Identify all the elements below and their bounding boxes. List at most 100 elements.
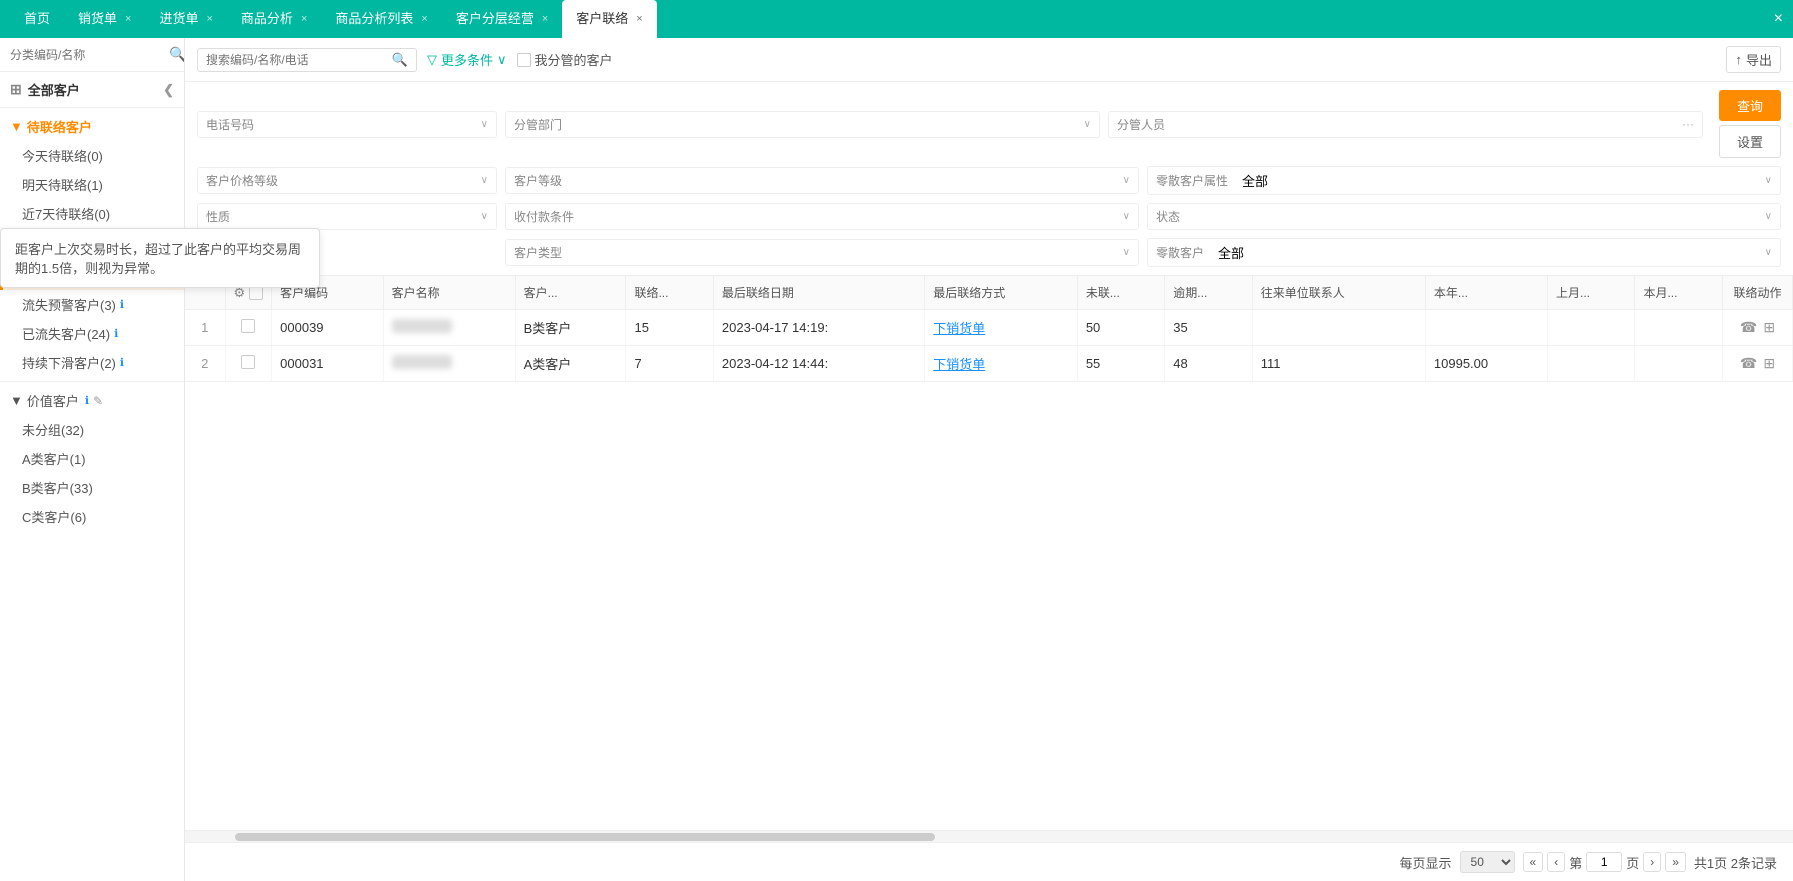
filter-customer-level[interactable]: 客户等级 ∨	[505, 167, 1139, 194]
filter-customer-type[interactable]: 客户类型 ∨	[505, 239, 1139, 266]
cell-last-method-1[interactable]: 下销货单	[925, 310, 1078, 346]
sidebar-declining[interactable]: 持续下滑客户(2) ℹ	[0, 348, 184, 377]
sidebar-tomorrow-contact[interactable]: 明天待联络(1)	[0, 170, 184, 199]
close-sales-tab[interactable]: ×	[125, 0, 131, 38]
cell-last-date-1: 2023-04-17 14:19:	[713, 310, 924, 346]
close-purchase-tab[interactable]: ×	[206, 0, 212, 38]
nav-product-analysis[interactable]: 商品分析 ×	[227, 0, 321, 38]
row2-checkbox[interactable]	[241, 355, 255, 369]
filter-manager[interactable]: 分管人员 ···	[1108, 111, 1703, 138]
sidebar-churned[interactable]: 已流失客户(24) ℹ	[0, 319, 184, 348]
more-conditions-btn[interactable]: ▽ 更多条件 ∨	[427, 50, 507, 69]
row2-contact-icon[interactable]: ☎	[1740, 355, 1757, 372]
filter-icon: ▽	[427, 52, 437, 68]
sidebar-churn-warning[interactable]: 流失预警客户(3) ℹ	[0, 290, 184, 319]
filter-retail-attr[interactable]: 零散客户属性 全部 ∨	[1147, 166, 1781, 195]
per-page-select[interactable]: 50 100 200	[1460, 851, 1515, 873]
th-last-month[interactable]: 上月...	[1548, 276, 1635, 310]
th-overdue[interactable]: 逾期...	[1165, 276, 1252, 310]
cell-overdue-2: 48	[1165, 346, 1252, 382]
th-last-contact-date[interactable]: 最后联络日期	[713, 276, 924, 310]
th-customer-name[interactable]: 客户名称	[383, 276, 515, 310]
info-icon-declining[interactable]: ℹ	[120, 356, 124, 369]
close-customer-contact-tab[interactable]: ×	[636, 0, 642, 38]
last-page-btn[interactable]: »	[1665, 852, 1686, 872]
nav-sales[interactable]: 销货单 ×	[64, 0, 145, 38]
th-this-year[interactable]: 本年...	[1425, 276, 1547, 310]
search-input[interactable]	[206, 53, 388, 67]
nav-customer-layered[interactable]: 客户分层经营 ×	[442, 0, 562, 38]
cell-code-2[interactable]: 000031	[272, 346, 383, 382]
retail-customer-arrow: ∨	[1765, 247, 1772, 258]
settings-button[interactable]: 设置	[1719, 125, 1781, 158]
close-product-list-tab[interactable]: ×	[421, 0, 427, 38]
sidebar-b-customers[interactable]: B类客户(33)	[0, 473, 184, 502]
th-partner-contact[interactable]: 往来单位联系人	[1252, 276, 1425, 310]
nav-product-list[interactable]: 商品分析列表 ×	[321, 0, 441, 38]
row2-more-icon[interactable]: ⊞	[1763, 355, 1775, 372]
sidebar-c-customers[interactable]: C类客户(6)	[0, 502, 184, 531]
row1-checkbox[interactable]	[241, 319, 255, 333]
sidebar-today-contact[interactable]: 今天待联络(0)	[0, 141, 184, 170]
info-icon-churned[interactable]: ℹ	[114, 327, 118, 340]
page-nav: « ‹ 第 页 › »	[1523, 852, 1686, 872]
info-icon-value[interactable]: ℹ	[85, 394, 89, 407]
filter-phone[interactable]: 电话号码 ∨	[197, 111, 497, 138]
cell-last-method-2[interactable]: 下销货单	[925, 346, 1078, 382]
sidebar-value-group-title[interactable]: ▼ 价值客户 ℹ ✎	[0, 386, 184, 415]
last-method-link-2[interactable]: 下销货单	[933, 357, 985, 372]
prev-page-btn[interactable]: ‹	[1547, 852, 1565, 872]
sidebar-collapse-btn[interactable]: ❮	[163, 82, 174, 98]
export-icon: ↑	[1735, 52, 1742, 67]
scroll-thumb[interactable]	[235, 833, 935, 841]
th-uncontacted[interactable]: 未联...	[1077, 276, 1164, 310]
content-area: 🔍 ▽ 更多条件 ∨ 我分管的客户 ↑ 导出 电话号码 ∨	[185, 38, 1793, 881]
cell-last-month-1	[1548, 310, 1635, 346]
filter-price-level[interactable]: 客户价格等级 ∨	[197, 167, 497, 194]
filter-retail-customer[interactable]: 零散客户 全部 ∨	[1147, 238, 1781, 267]
export-btn[interactable]: ↑ 导出	[1726, 46, 1781, 73]
close-customer-layered-tab[interactable]: ×	[542, 0, 548, 38]
filter-payment-terms[interactable]: 收付款条件 ∨	[505, 203, 1139, 230]
nav-home[interactable]: 首页	[10, 0, 64, 38]
page-number-input[interactable]	[1586, 852, 1622, 872]
th-this-month[interactable]: 本月...	[1635, 276, 1723, 310]
info-icon-churn[interactable]: ℹ	[120, 298, 124, 311]
th-last-contact-method[interactable]: 最后联络方式	[925, 276, 1078, 310]
first-page-btn[interactable]: «	[1523, 852, 1544, 872]
row1-contact-icon[interactable]: ☎	[1740, 319, 1757, 336]
horizontal-scrollbar[interactable]	[185, 830, 1793, 842]
cell-checkbox-2[interactable]	[225, 346, 272, 382]
row1-more-icon[interactable]: ⊞	[1763, 319, 1775, 336]
page-end-label: 页	[1626, 853, 1639, 872]
sidebar-unclassified[interactable]: 未分组(32)	[0, 415, 184, 444]
cell-type-2: A类客户	[515, 346, 626, 382]
sidebar-all-customers-header[interactable]: ⊞ 全部客户 ❮	[0, 72, 184, 108]
table-area[interactable]: ⚙ 客户编码 客户名称 客户... 联络... 最后联络日期 最后联络方式 未联…	[185, 276, 1793, 830]
next-page-btn[interactable]: ›	[1643, 852, 1661, 872]
my-customers-checkbox[interactable]	[517, 53, 531, 67]
close-product-analysis-tab[interactable]: ×	[301, 0, 307, 38]
cell-code-1[interactable]: 000039	[272, 310, 383, 346]
query-button[interactable]: 查询	[1719, 90, 1781, 121]
sidebar: 🔍 ⊞ 全部客户 ❮ ▼ 待联络客户 今天待联络(0) 明天待联络(1) 近7天…	[0, 38, 185, 881]
th-customer-type[interactable]: 客户...	[515, 276, 626, 310]
pagination-bar: 每页显示 50 100 200 « ‹ 第 页 › » 共1页 2条记录	[185, 842, 1793, 881]
nav-customer-contact[interactable]: 客户联络 ×	[562, 0, 656, 38]
sidebar-search-icon[interactable]: 🔍	[169, 46, 185, 63]
sidebar-a-customers[interactable]: A类客户(1)	[0, 444, 184, 473]
nav-purchase[interactable]: 进货单 ×	[145, 0, 226, 38]
filter-status[interactable]: 状态 ∨	[1147, 203, 1781, 230]
sidebar-pending-group-title[interactable]: ▼ 待联络客户	[0, 112, 184, 141]
cell-checkbox-1[interactable]	[225, 310, 272, 346]
th-contact[interactable]: 联络...	[626, 276, 713, 310]
sidebar-7day-contact[interactable]: 近7天待联络(0)	[0, 199, 184, 228]
filter-gender[interactable]: 性质 ∨	[197, 203, 497, 230]
edit-icon-value[interactable]: ✎	[93, 394, 103, 408]
close-all-tabs[interactable]: ×	[1774, 10, 1783, 28]
sidebar-search-input[interactable]	[10, 48, 165, 62]
filter-department[interactable]: 分管部门 ∨	[505, 111, 1100, 138]
filter-row-4: ... 客户类型 ∨ 零散客户 全部 ∨	[197, 238, 1781, 267]
last-method-link-1[interactable]: 下销货单	[933, 321, 985, 336]
search-icon[interactable]: 🔍	[392, 52, 408, 68]
